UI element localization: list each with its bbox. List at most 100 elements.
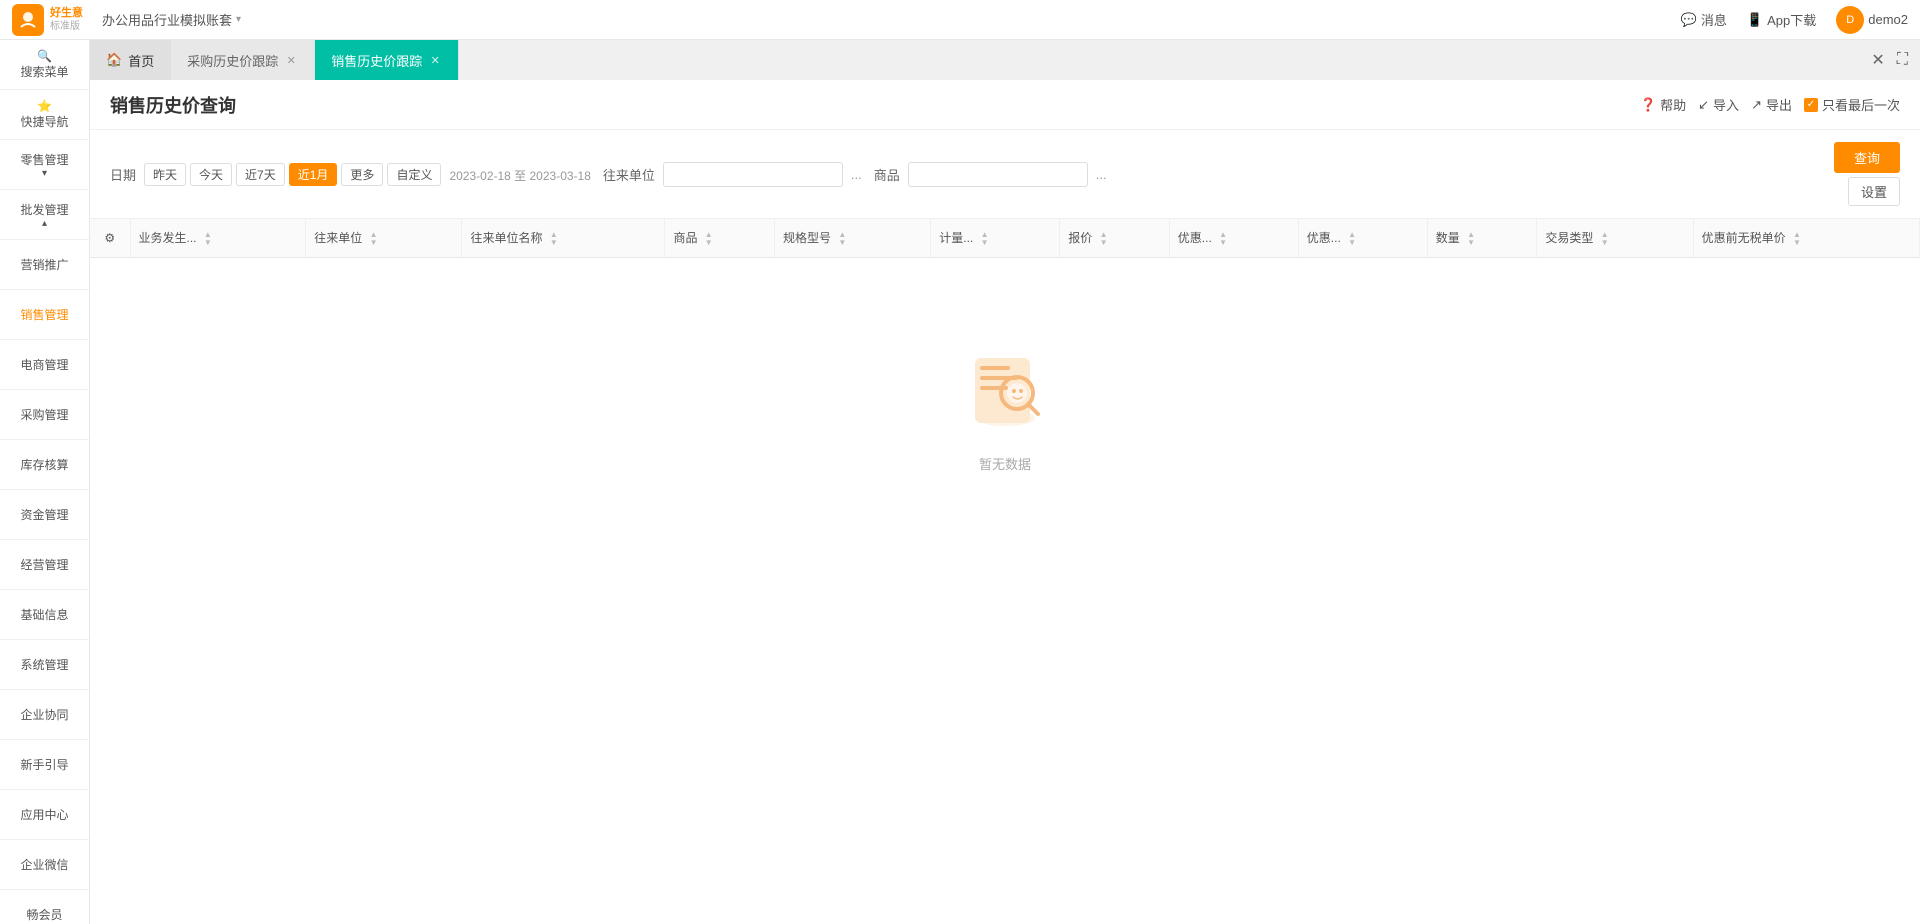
query-button[interactable]: 查询: [1834, 142, 1900, 173]
col-quantity[interactable]: 数量 ▲▼: [1427, 219, 1537, 257]
tab-home[interactable]: 🏠 首页: [90, 40, 171, 80]
sidebar-item-wholesale[interactable]: 批发管理 ▴: [0, 190, 89, 240]
col-biz-date[interactable]: 业务发生... ▲▼: [130, 219, 306, 257]
empty-text: 暂无数据: [979, 454, 1031, 473]
page-title: 销售历史价查询: [110, 92, 236, 118]
sidebar-item-basic[interactable]: 基础信息: [0, 590, 89, 640]
message-button[interactable]: 💬 消息: [1681, 10, 1727, 29]
sidebar-item-retail[interactable]: 零售管理 ▾: [0, 140, 89, 190]
close-purchase-tab-icon[interactable]: ✕: [284, 53, 298, 67]
empty-state: 暂无数据: [90, 258, 1920, 553]
partner-filter-group: 往来单位 ...: [603, 162, 862, 187]
goods-filter-group: 商品 ...: [874, 162, 1107, 187]
date-7days[interactable]: 近7天: [236, 163, 285, 186]
checkbox-checked-icon: ✓: [1804, 98, 1818, 112]
content-area: 🏠 首页 采购历史价跟踪 ✕ 销售历史价跟踪 ✕ ✕ ⛶ 销售历史价查询: [90, 40, 1920, 924]
col-spec[interactable]: 规格型号 ▲▼: [774, 219, 930, 257]
tab-sales-history[interactable]: 销售历史价跟踪 ✕: [315, 40, 459, 80]
app-name: 办公用品行业模拟账套: [102, 10, 232, 29]
sidebar-item-quick-nav[interactable]: ⭐ 快捷导航: [0, 90, 89, 140]
col-discount1[interactable]: 优惠... ▲▼: [1169, 219, 1298, 257]
sort-icon-partner-name: ▲▼: [550, 231, 558, 247]
export-button[interactable]: ↗ 导出: [1751, 95, 1792, 114]
data-table: ⚙ 业务发生... ▲▼ 往来单位 ▲▼ 往来单位名称: [90, 219, 1920, 258]
goods-input[interactable]: [908, 162, 1088, 187]
date-today[interactable]: 今天: [190, 163, 232, 186]
chevron-down-icon: ▾: [236, 14, 241, 25]
goods-label: 商品: [874, 165, 900, 184]
sidebar-item-search[interactable]: 🔍 搜索菜单: [0, 40, 89, 90]
help-button[interactable]: ❓ 帮助: [1640, 95, 1686, 114]
date-custom[interactable]: 自定义: [387, 163, 441, 186]
avatar: D: [1836, 6, 1864, 34]
sidebar-item-guide[interactable]: 新手引导: [0, 740, 89, 790]
col-unit[interactable]: 计量... ▲▼: [931, 219, 1060, 257]
maximize-window-button[interactable]: ⛶: [1893, 47, 1912, 73]
top-header: 好生意 标准版 办公用品行业模拟账套 ▾ 💬 消息 📱 App下载 D demo…: [0, 0, 1920, 40]
logo-icon: [12, 4, 44, 36]
sidebar-item-corp[interactable]: 企业协同: [0, 690, 89, 740]
col-discount2[interactable]: 优惠... ▲▼: [1298, 219, 1427, 257]
sidebar-item-inventory[interactable]: 库存核算: [0, 440, 89, 490]
home-icon: 🏠: [106, 52, 122, 68]
sort-icon-discount1: ▲▼: [1219, 231, 1227, 247]
sort-icon-trade-type: ▲▼: [1601, 231, 1609, 247]
col-settings[interactable]: ⚙: [90, 219, 130, 257]
date-more[interactable]: 更多: [341, 163, 383, 186]
empty-illustration: [955, 338, 1055, 438]
sidebar-item-ecommerce[interactable]: 电商管理: [0, 340, 89, 390]
sort-icon-biz-date: ▲▼: [204, 231, 212, 247]
sidebar-item-apps[interactable]: 应用中心: [0, 790, 89, 840]
col-trade-type[interactable]: 交易类型 ▲▼: [1537, 219, 1693, 257]
title-actions: ❓ 帮助 ↙ 导入 ↗ 导出 ✓ 只看最后一次: [1640, 95, 1900, 114]
tabs-right-actions: ✕ ⛶: [1867, 46, 1920, 74]
partner-input[interactable]: [663, 162, 843, 187]
sort-icon-quantity: ▲▼: [1467, 231, 1475, 247]
goods-dots-button[interactable]: ...: [1096, 167, 1107, 182]
filter-bar: 日期 昨天 今天 近7天 近1月 更多 自定义 2023-02-18 至 202…: [90, 130, 1920, 219]
page-content: 销售历史价查询 ❓ 帮助 ↙ 导入 ↗ 导出 ✓: [90, 80, 1920, 924]
partner-dots-button[interactable]: ...: [851, 167, 862, 182]
date-options: 昨天 今天 近7天 近1月 更多 自定义: [144, 163, 441, 186]
settings-icon: ⚙: [104, 231, 115, 245]
date-range-display: 2023-02-18 至 2023-03-18: [449, 167, 590, 184]
tabs-bar: 🏠 首页 采购历史价跟踪 ✕ 销售历史价跟踪 ✕ ✕ ⛶: [90, 40, 1920, 80]
sidebar-item-wechat[interactable]: 企业微信: [0, 840, 89, 890]
sidebar-item-operation[interactable]: 经营管理: [0, 540, 89, 590]
close-window-button[interactable]: ✕: [1867, 46, 1888, 74]
col-quoted-price[interactable]: 报价 ▲▼: [1060, 219, 1170, 257]
chevron-up-icon-wholesale: ▴: [42, 218, 47, 229]
sidebar-item-system[interactable]: 系统管理: [0, 640, 89, 690]
col-pretax-price[interactable]: 优惠前无税单价 ▲▼: [1693, 219, 1919, 257]
app-download-button[interactable]: 📱 App下载: [1747, 10, 1816, 29]
page-title-bar: 销售历史价查询 ❓ 帮助 ↙ 导入 ↗ 导出 ✓: [90, 80, 1920, 130]
sort-icon-quoted-price: ▲▼: [1100, 231, 1108, 247]
star-icon: ⭐: [37, 99, 52, 113]
sidebar-item-finance[interactable]: 资金管理: [0, 490, 89, 540]
sort-icon-goods: ▲▼: [705, 231, 713, 247]
date-1month[interactable]: 近1月: [289, 163, 338, 186]
sidebar-item-member[interactable]: 畅会员: [0, 890, 89, 924]
sidebar-item-purchase[interactable]: 采购管理: [0, 390, 89, 440]
col-partner-name[interactable]: 往来单位名称 ▲▼: [462, 219, 665, 257]
app-icon: 📱: [1747, 12, 1763, 28]
last-one-checkbox[interactable]: ✓ 只看最后一次: [1804, 95, 1900, 114]
app-selector[interactable]: 办公用品行业模拟账套 ▾: [102, 10, 1681, 29]
sidebar-item-sales[interactable]: 销售管理: [0, 290, 89, 340]
sort-icon-discount2: ▲▼: [1348, 231, 1356, 247]
user-profile[interactable]: D demo2: [1836, 6, 1908, 34]
import-button[interactable]: ↙ 导入: [1698, 95, 1739, 114]
sort-icon-unit: ▲▼: [981, 231, 989, 247]
logo-area: 好生意 标准版: [12, 4, 102, 36]
date-label: 日期: [110, 165, 136, 184]
settings-button[interactable]: 设置: [1848, 177, 1900, 206]
col-partner-code[interactable]: 往来单位 ▲▼: [306, 219, 462, 257]
sidebar-item-marketing[interactable]: 营销推广: [0, 240, 89, 290]
date-yesterday[interactable]: 昨天: [144, 163, 186, 186]
header-right: 💬 消息 📱 App下载 D demo2: [1681, 6, 1908, 34]
sidebar: 🔍 搜索菜单 ⭐ 快捷导航 零售管理 ▾ 批发管理 ▴ 营销推广 销售管理 电商…: [0, 40, 90, 924]
tab-purchase-history[interactable]: 采购历史价跟踪 ✕: [171, 40, 315, 80]
col-goods[interactable]: 商品 ▲▼: [665, 219, 775, 257]
logo-subtitle: 标准版: [50, 20, 83, 33]
close-sales-tab-icon[interactable]: ✕: [428, 53, 442, 67]
